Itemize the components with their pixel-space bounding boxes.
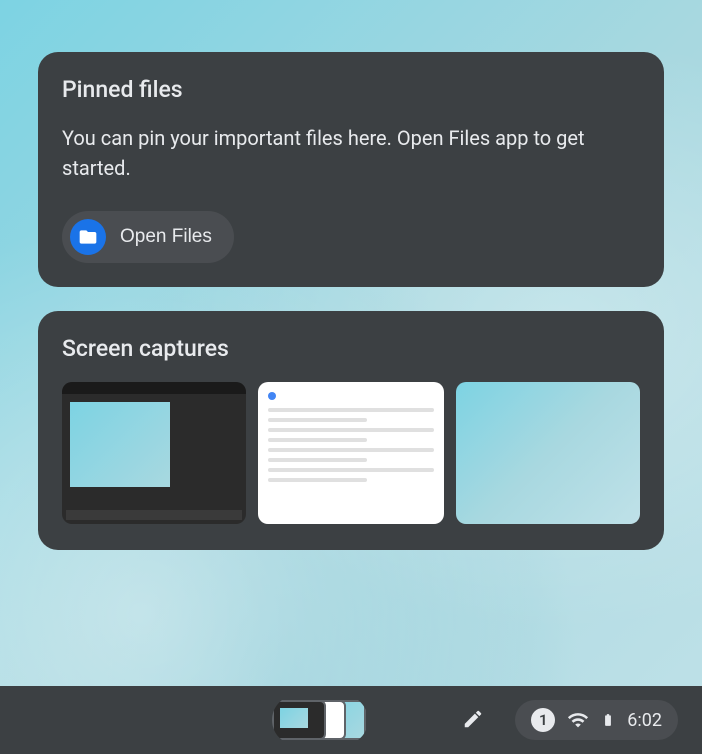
open-files-label: Open Files xyxy=(120,226,212,248)
notification-count-badge: 1 xyxy=(531,708,555,732)
captures-row xyxy=(62,382,640,524)
status-area[interactable]: 1 6:02 xyxy=(515,700,678,740)
screen-captures-card: Screen captures xyxy=(38,311,664,550)
pinned-files-title: Pinned files xyxy=(62,76,640,103)
screenshot-thumbnail[interactable] xyxy=(456,382,640,524)
screenshot-thumbnail[interactable] xyxy=(62,382,246,524)
tote-preview-button[interactable] xyxy=(272,695,368,745)
pinned-files-description: You can pin your important files here. O… xyxy=(62,123,640,183)
open-files-button[interactable]: Open Files xyxy=(62,211,234,263)
wifi-icon xyxy=(567,709,589,731)
shelf: 1 6:02 xyxy=(0,686,702,754)
clock-time: 6:02 xyxy=(627,710,662,731)
folder-icon xyxy=(70,219,106,255)
pinned-files-card: Pinned files You can pin your important … xyxy=(38,52,664,287)
pen-icon xyxy=(462,708,484,733)
stylus-button[interactable] xyxy=(451,698,495,742)
screenshot-thumbnail[interactable] xyxy=(258,382,443,524)
battery-icon xyxy=(601,709,615,731)
screen-captures-title: Screen captures xyxy=(62,335,640,362)
